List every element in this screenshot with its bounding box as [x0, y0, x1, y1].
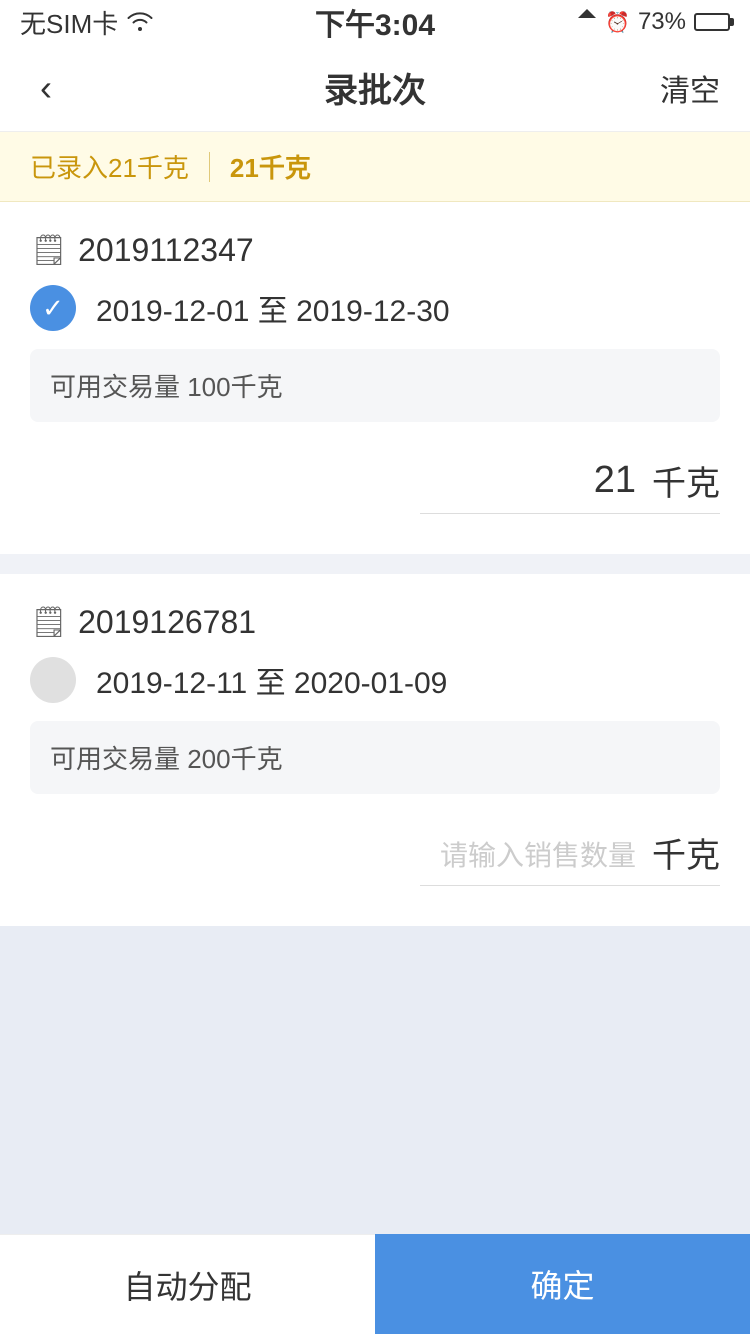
batch2-input-section: 千克 — [0, 818, 750, 926]
batch1-header: 🗒 2019112347 — [30, 232, 720, 269]
batch2-unit: 千克 — [652, 828, 720, 877]
summary-divider — [209, 152, 210, 182]
batch1-unit: 千克 — [652, 456, 720, 505]
back-button[interactable]: ‹ — [30, 57, 62, 119]
battery-percent: 73% — [638, 8, 686, 36]
checkmark-icon: ✓ — [42, 293, 64, 324]
batch1-radio[interactable]: ✓ — [30, 285, 76, 331]
location-icon — [577, 8, 597, 37]
batch2-radio[interactable] — [30, 657, 76, 703]
batch2-input-inner: 千克 — [30, 818, 720, 877]
batch2-id: 2019126781 — [78, 604, 256, 641]
batch2-row: 2019-12-11 至 2020-01-09 — [30, 657, 720, 703]
page-title: 录批次 — [324, 63, 426, 112]
section-divider — [0, 554, 750, 574]
batch1-quantity-value: 21 — [594, 459, 636, 502]
status-right: ⏰ 73% — [577, 8, 730, 37]
batch2-card: 🗒 2019126781 2019-12-11 至 2020-01-09 可用交… — [0, 574, 750, 818]
entered-label: 已录入21千克 — [30, 148, 189, 185]
batch1-id: 2019112347 — [78, 232, 254, 269]
batch1-date: 2019-12-01 至 2019-12-30 — [96, 286, 450, 330]
wifi-icon — [126, 7, 154, 38]
status-time: 下午3:04 — [315, 0, 435, 44]
status-bar: 无SIM卡 下午3:04 ⏰ 73% — [0, 0, 750, 44]
battery-icon — [694, 13, 730, 31]
batch2-availability: 可用交易量 200千克 — [30, 721, 720, 794]
alarm-icon: ⏰ — [605, 10, 630, 35]
bottom-bar: 自动分配 确定 — [0, 1234, 750, 1334]
batch2-header: 🗒 2019126781 — [30, 604, 720, 641]
status-left: 无SIM卡 — [20, 4, 154, 41]
clear-button[interactable]: 清空 — [660, 66, 720, 110]
batch2-quantity-input[interactable] — [336, 832, 636, 874]
batch1-card: 🗒 2019112347 ✓ 2019-12-01 至 2019-12-30 可… — [0, 202, 750, 446]
nav-bar: ‹ 录批次 清空 — [0, 44, 750, 132]
batch1-input-inner: 21 千克 — [30, 446, 720, 505]
summary-value: 21千克 — [230, 148, 311, 185]
batch1-availability: 可用交易量 100千克 — [30, 349, 720, 422]
auto-distribute-button[interactable]: 自动分配 — [0, 1234, 375, 1334]
no-sim-text: 无SIM卡 — [20, 4, 118, 41]
batch2-icon: 🗒 — [30, 605, 68, 640]
confirm-button[interactable]: 确定 — [375, 1234, 750, 1334]
batch1-row: ✓ 2019-12-01 至 2019-12-30 — [30, 285, 720, 331]
summary-banner: 已录入21千克 21千克 — [0, 132, 750, 202]
batch1-input-section: 21 千克 — [0, 446, 750, 554]
batch2-date: 2019-12-11 至 2020-01-09 — [96, 658, 447, 702]
batch1-icon: 🗒 — [30, 233, 68, 268]
